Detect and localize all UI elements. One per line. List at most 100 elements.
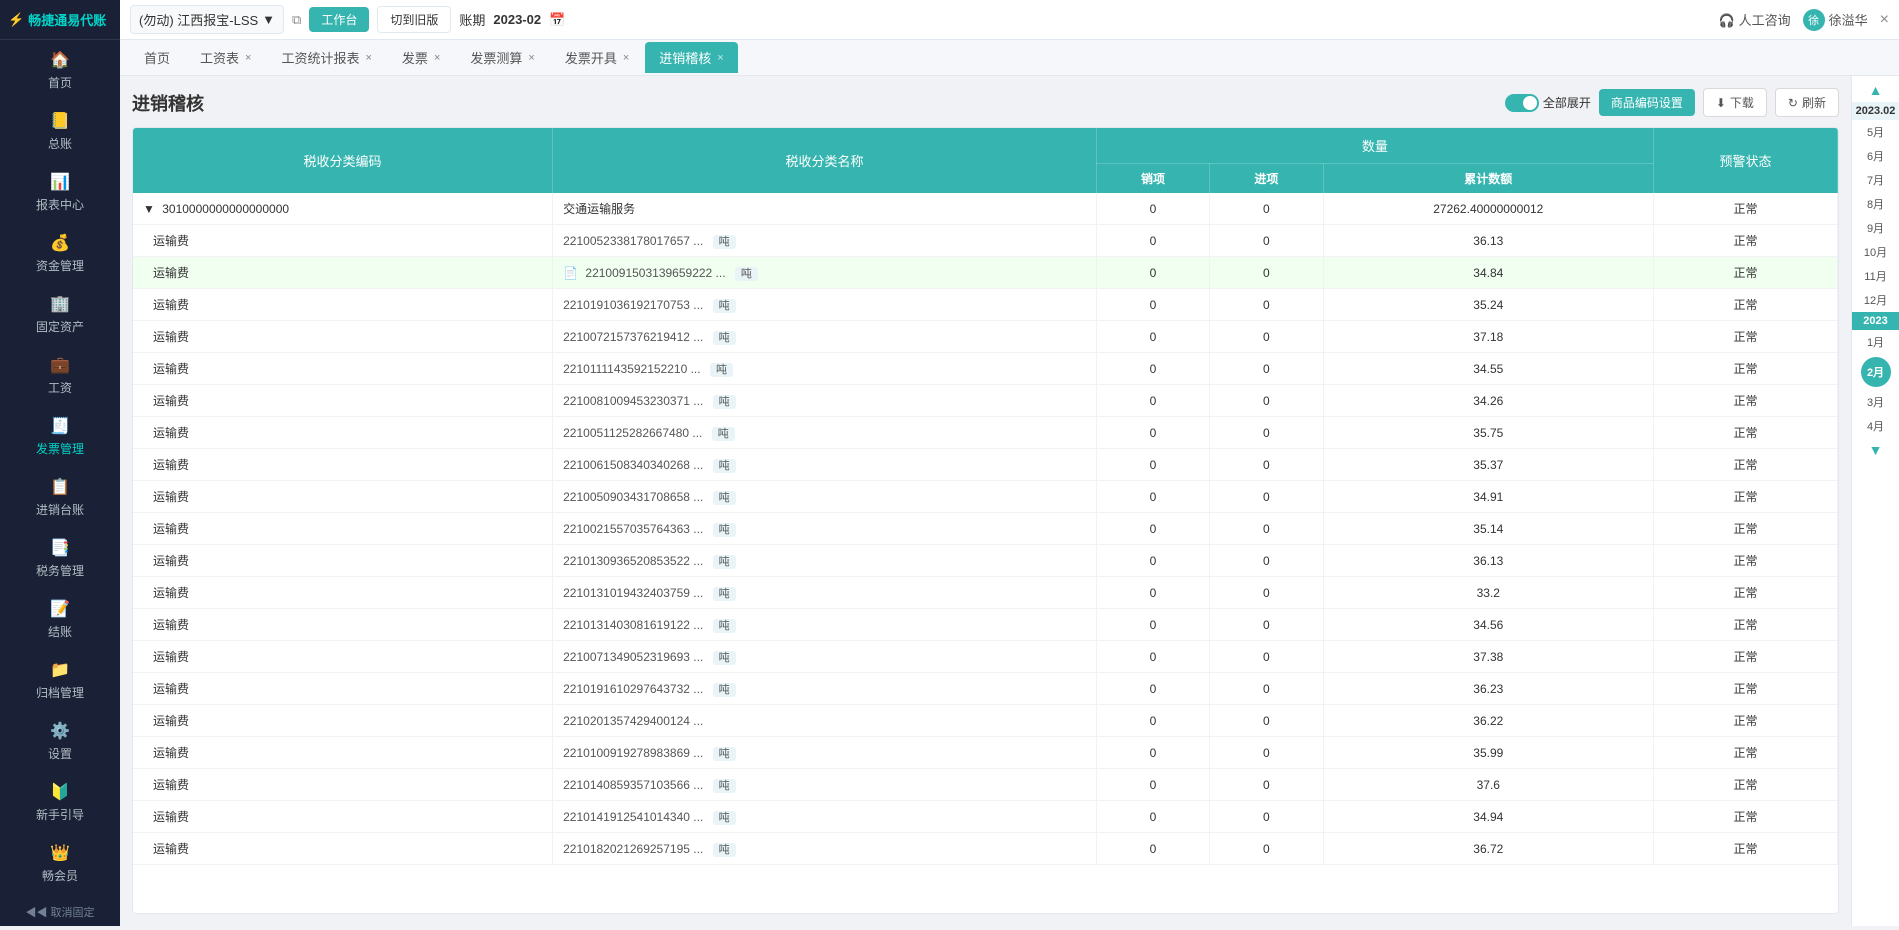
right-panel-month[interactable]: 8月 [1862,192,1889,216]
child-status: 正常 [1653,385,1837,417]
close-window-button[interactable]: × [1880,11,1889,29]
unit-badge: 吨 [712,427,735,441]
sidebar-label-capital: 资金管理 [36,257,84,274]
tab-invoice-open[interactable]: 发票开具× [551,42,643,73]
toggle-track[interactable] [1505,94,1539,112]
table-row[interactable]: 运输费 2210061508340340268 ... 吨 0 0 35.37 … [133,449,1838,481]
sidebar-item-tax[interactable]: 📑税务管理 [0,528,120,589]
child-sales: 0 [1096,609,1209,641]
table-row[interactable]: 运输费 2210141912541014340 ... 吨 0 0 34.94 … [133,801,1838,833]
workbench-button[interactable]: 工作台 [309,7,369,32]
sidebar-item-payroll[interactable]: 💼工资 [0,345,120,406]
sidebar-item-home[interactable]: 🏠首页 [0,40,120,101]
user-menu[interactable]: 徐 徐溢华 [1803,9,1868,31]
table-row[interactable]: 运输费 📄 2210091503139659222 ... 吨 0 0 34.8… [133,257,1838,289]
tab-reconcile[interactable]: 进销稽核× [645,42,737,73]
child-name: 运输费 [133,257,553,289]
company-selector[interactable]: (勿动) 江西报宝-LSS ▼ [130,5,284,34]
right-panel-month[interactable]: 9月 [1862,216,1889,240]
table-row[interactable]: 运输费 2210052338178017657 ... 吨 0 0 36.13 … [133,225,1838,257]
right-panel-month[interactable]: 12月 [1862,288,1889,312]
table-row[interactable]: 运输费 2210182021269257195 ... 吨 0 0 36.72 … [133,833,1838,865]
tab-close-reconcile[interactable]: × [717,52,723,64]
table-row[interactable]: 运输费 2210111143592152210 ... 吨 0 0 34.55 … [133,353,1838,385]
sidebar-item-settings[interactable]: ⚙️设置 [0,711,120,772]
table-row[interactable]: 运输费 2210140859357103566 ... 吨 0 0 37.6 正… [133,769,1838,801]
child-name: 运输费 [133,769,553,801]
right-panel-month-current[interactable]: 3月 [1861,390,1891,414]
calendar-icon[interactable]: 📅 [549,12,565,28]
current-year-label: 2023 [1852,312,1899,330]
expand-icon[interactable]: ▼ [143,202,155,216]
right-panel-month[interactable]: 7月 [1862,168,1889,192]
table-row[interactable]: 运输费 2210191036192170753 ... 吨 0 0 35.24 … [133,289,1838,321]
tab-payroll[interactable]: 工资表× [186,42,265,73]
right-panel-month[interactable]: 5月 [1862,120,1889,144]
unit-badge: 吨 [713,587,736,601]
tab-invoice[interactable]: 发票× [388,42,454,73]
tab-close-payroll-stats[interactable]: × [365,52,371,64]
expand-toggle[interactable]: 全部展开 [1505,94,1591,112]
unit-badge: 吨 [713,619,736,633]
sidebar-item-guide[interactable]: 🔰新手引导 [0,772,120,833]
child-sales: 0 [1096,705,1209,737]
sidebar-item-reports[interactable]: 📊报表中心 [0,162,120,223]
copy-icon[interactable]: ⧉ [292,12,301,28]
switch-version-button[interactable]: 切到旧版 [377,6,451,33]
main-area: (勿动) 江西报宝-LSS ▼ ⧉ 工作台 切到旧版 账期 2023-02 📅 … [120,0,1899,926]
table-row[interactable]: 运输费 2210100919278983869 ... 吨 0 0 35.99 … [133,737,1838,769]
right-panel-month[interactable]: 11月 [1862,264,1889,288]
sidebar-item-member[interactable]: 👑畅会员 [0,833,120,894]
download-button[interactable]: ⬇ 下载 [1703,88,1767,117]
table-row[interactable]: ▼ 3010000000000000000 交通运输服务 0 0 27262.4… [133,193,1838,225]
goods-code-button[interactable]: 商品编码设置 [1599,89,1695,116]
tab-close-payroll[interactable]: × [245,52,251,64]
table-row[interactable]: 运输费 2210081009453230371 ... 吨 0 0 34.26 … [133,385,1838,417]
table-row[interactable]: 运输费 2210021557035764363 ... 吨 0 0 35.14 … [133,513,1838,545]
right-panel-month[interactable]: 10月 [1862,240,1889,264]
right-panel-month-current[interactable]: 1月 [1861,330,1891,354]
unit-badge: 吨 [735,267,758,281]
sidebar-icon-settlement: 📝 [50,599,70,619]
table-row[interactable]: 运输费 2210072157376219412 ... 吨 0 0 37.18 … [133,321,1838,353]
page-actions: 全部展开 商品编码设置 ⬇ 下载 ↻ 刷新 [1505,88,1839,117]
right-calendar-panel: ▲ 2023.02 5月6月7月8月9月10月11月12月 2023 1月2月3… [1851,76,1899,926]
sidebar-item-purchase-sales[interactable]: 📋进销台账 [0,467,120,528]
pin-toggle[interactable]: ◀◀ 取消固定 [0,894,120,930]
tab-invoice-calc[interactable]: 发票测算× [456,42,548,73]
right-panel-month-current[interactable]: 2月 [1861,357,1891,387]
refresh-button[interactable]: ↻ 刷新 [1775,88,1839,117]
scroll-down-button[interactable]: ▼ [1852,438,1899,462]
sidebar-label-payroll: 工资 [48,379,72,396]
child-name: 运输费 [133,673,553,705]
table-row[interactable]: 运输费 2210051125282667480 ... 吨 0 0 35.75 … [133,417,1838,449]
table-row[interactable]: 运输费 2210131403081619122 ... 吨 0 0 34.56 … [133,609,1838,641]
page-title: 进销稽核 [132,90,204,116]
sidebar-item-fixed-assets[interactable]: 🏢固定资产 [0,284,120,345]
group-name: 交通运输服务 [553,193,1097,225]
table-row[interactable]: 运输费 2210071349052319693 ... 吨 0 0 37.38 … [133,641,1838,673]
table-row[interactable]: 运输费 2210201357429400124 ... 0 0 36.22 正常 [133,705,1838,737]
service-link[interactable]: 🎧 人工咨询 [1719,10,1791,29]
child-invoice: 2210191036192170753 ... 吨 [553,289,1097,321]
table-row[interactable]: 运输费 2210130936520853522 ... 吨 0 0 36.13 … [133,545,1838,577]
topbar: (勿动) 江西报宝-LSS ▼ ⧉ 工作台 切到旧版 账期 2023-02 📅 … [120,0,1899,40]
child-sales: 0 [1096,513,1209,545]
sidebar-item-invoice-mgmt[interactable]: 🧾发票管理 [0,406,120,467]
right-panel-month[interactable]: 6月 [1862,144,1889,168]
scroll-up-button[interactable]: ▲ [1852,78,1899,102]
sidebar-item-archive[interactable]: 📁归档管理 [0,650,120,711]
tab-close-invoice-calc[interactable]: × [528,52,534,64]
table-row[interactable]: 运输费 2210050903431708658 ... 吨 0 0 34.91 … [133,481,1838,513]
table-row[interactable]: 运输费 2210131019432403759 ... 吨 0 0 33.2 正… [133,577,1838,609]
right-panel-month-current[interactable]: 4月 [1861,414,1891,438]
sidebar-item-settlement[interactable]: 📝结账 [0,589,120,650]
table-row[interactable]: 运输费 2210191610297643732 ... 吨 0 0 36.23 … [133,673,1838,705]
child-sales: 0 [1096,833,1209,865]
tab-payroll-stats[interactable]: 工资统计报表× [267,42,385,73]
tab-close-invoice-open[interactable]: × [623,52,629,64]
sidebar-item-ledger[interactable]: 📒总账 [0,101,120,162]
tab-close-invoice[interactable]: × [434,52,440,64]
tab-home[interactable]: 首页 [130,42,184,73]
sidebar-item-capital[interactable]: 💰资金管理 [0,223,120,284]
